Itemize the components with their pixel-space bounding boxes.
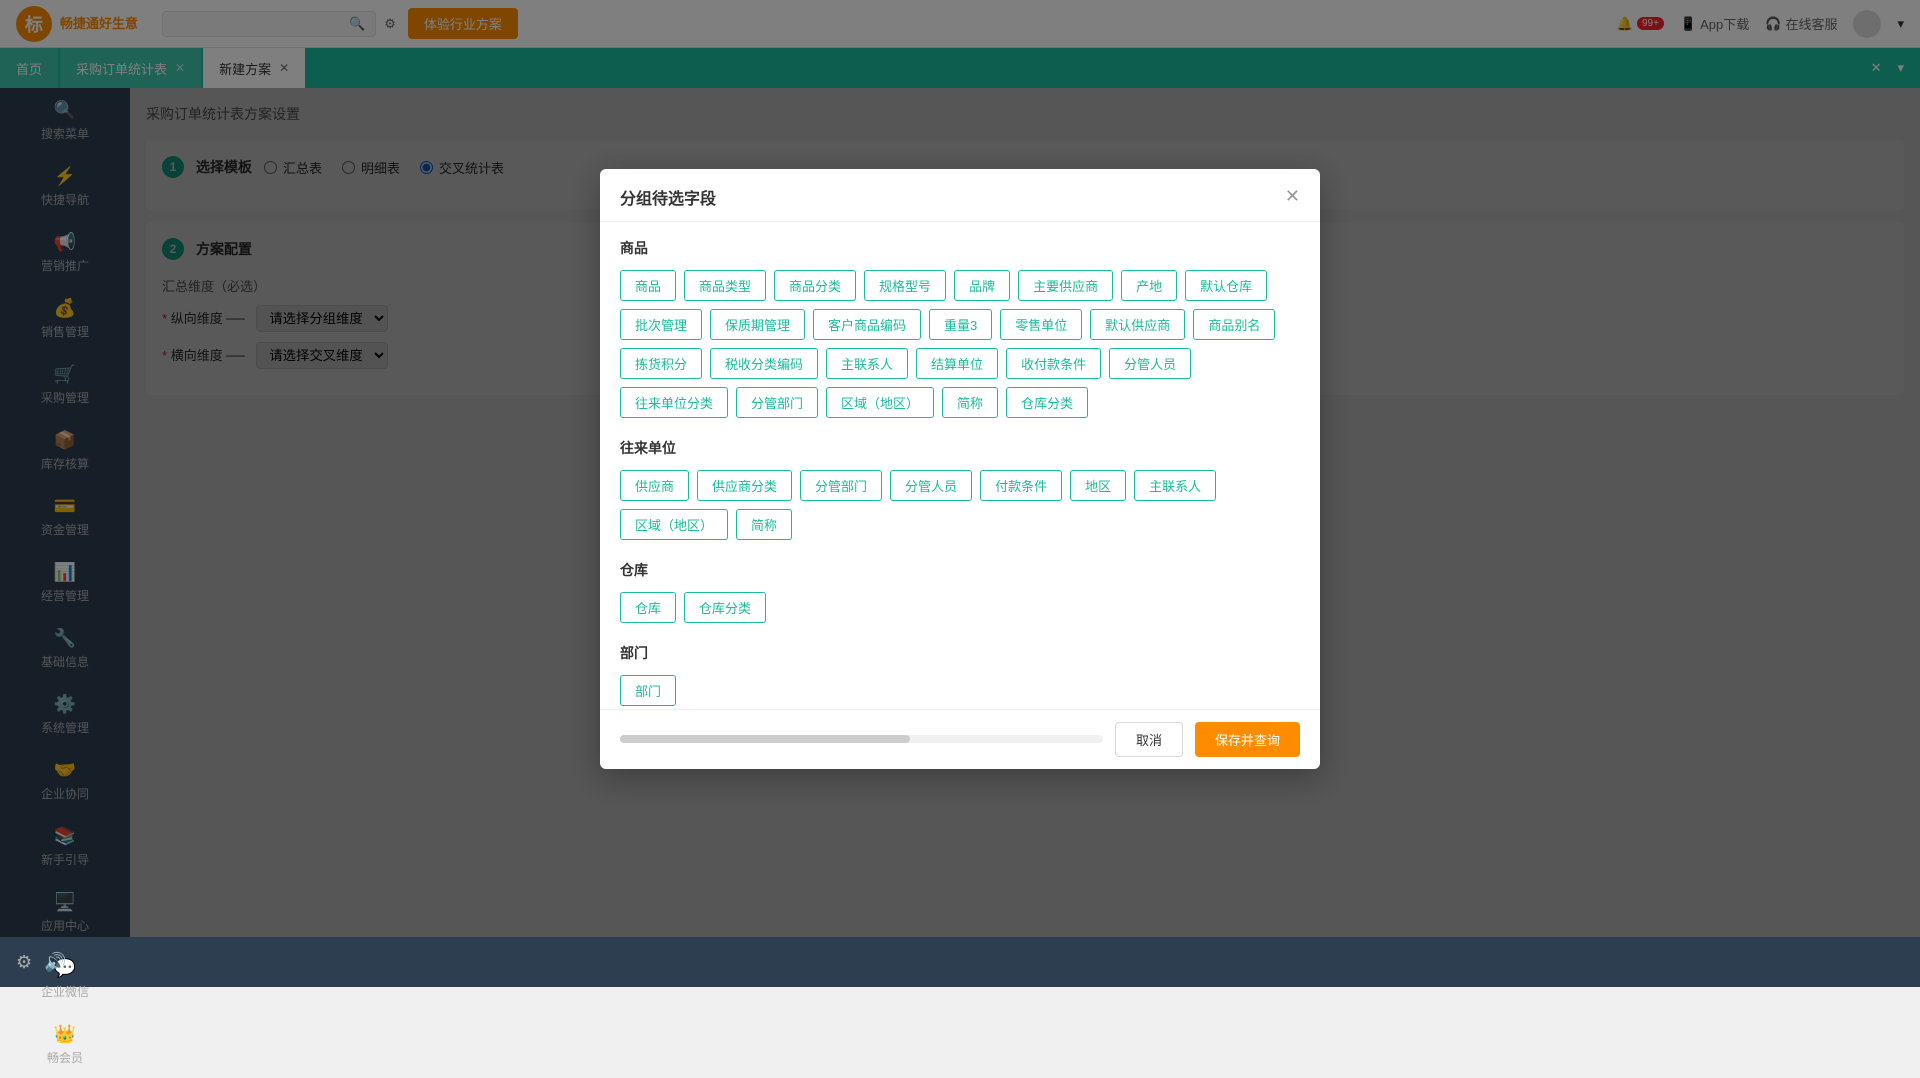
field-tag-warehouse-cat[interactable]: 仓库分类 [684, 592, 766, 623]
field-tag-settlement-unit[interactable]: 结算单位 [916, 348, 998, 379]
field-tag-division-staff[interactable]: 分管人员 [1109, 348, 1191, 379]
field-tag-pick-score[interactable]: 拣货积分 [620, 348, 702, 379]
field-tag-partner-abbreviation[interactable]: 简称 [736, 509, 792, 540]
field-tag-goods-category[interactable]: 商品分类 [774, 270, 856, 301]
modal-overlay: 分组待选字段 ✕ 商品 商品 商品类型 商品分类 规格型号 品牌 主要供应商 产… [0, 0, 1920, 937]
field-group-warehouse-title: 仓库 [620, 560, 1300, 580]
field-tag-supplier[interactable]: 供应商 [620, 470, 689, 501]
sidebar-item-members[interactable]: 👑 畅会员 [0, 1012, 130, 1078]
field-tag-main-supplier[interactable]: 主要供应商 [1018, 270, 1113, 301]
field-tag-tax-code[interactable]: 税收分类编码 [710, 348, 818, 379]
field-tags-partner: 供应商 供应商分类 分管部门 分管人员 付款条件 地区 主联系人 区域（地区） … [620, 470, 1300, 540]
field-tag-default-supplier[interactable]: 默认供应商 [1090, 309, 1185, 340]
field-group-warehouse: 仓库 仓库 仓库分类 [620, 560, 1300, 623]
sidebar-item-wechat-label: 企业微信 [41, 983, 89, 1000]
save-query-button[interactable]: 保存并查询 [1195, 722, 1300, 757]
bottom-bar: ⚙ 🔊 [0, 937, 1920, 987]
field-tag-goods-type[interactable]: 商品类型 [684, 270, 766, 301]
field-tag-warehouse[interactable]: 仓库 [620, 592, 676, 623]
bottom-volume-icon[interactable]: 🔊 [44, 952, 66, 973]
modal-body: 商品 商品 商品类型 商品分类 规格型号 品牌 主要供应商 产地 默认仓库 批次… [600, 222, 1320, 709]
field-tag-supplier-cat[interactable]: 供应商分类 [697, 470, 792, 501]
field-tag-abbreviation[interactable]: 简称 [942, 387, 998, 418]
field-tag-goods[interactable]: 商品 [620, 270, 676, 301]
modal: 分组待选字段 ✕ 商品 商品 商品类型 商品分类 规格型号 品牌 主要供应商 产… [600, 169, 1320, 769]
field-tag-weight[interactable]: 重量3 [929, 309, 992, 340]
field-tag-origin[interactable]: 产地 [1121, 270, 1177, 301]
modal-title: 分组待选字段 [620, 185, 716, 209]
field-tag-warehouse-category[interactable]: 仓库分类 [1006, 387, 1088, 418]
field-tag-partner-div-dept[interactable]: 分管部门 [800, 470, 882, 501]
field-tag-partner-div-staff[interactable]: 分管人员 [890, 470, 972, 501]
crown-icon: 👑 [54, 1024, 76, 1045]
sidebar-item-members-label: 畅会员 [47, 1049, 83, 1066]
field-tag-customer-code[interactable]: 客户商品编码 [813, 309, 921, 340]
field-tag-region[interactable]: 区域（地区） [826, 387, 934, 418]
modal-close-button[interactable]: ✕ [1285, 186, 1300, 207]
field-group-goods: 商品 商品 商品类型 商品分类 规格型号 品牌 主要供应商 产地 默认仓库 批次… [620, 238, 1300, 418]
modal-header: 分组待选字段 ✕ [600, 169, 1320, 222]
field-group-goods-title: 商品 [620, 238, 1300, 258]
field-group-dept-title: 部门 [620, 643, 1300, 663]
field-group-partner-title: 往来单位 [620, 438, 1300, 458]
field-tag-shelf-life[interactable]: 保质期管理 [710, 309, 805, 340]
field-tag-payment-condition[interactable]: 付款条件 [980, 470, 1062, 501]
field-tag-partner-region[interactable]: 区域（地区） [620, 509, 728, 540]
field-tag-dept[interactable]: 部门 [620, 675, 676, 706]
field-group-dept: 部门 部门 [620, 643, 1300, 706]
field-tag-partner-category[interactable]: 往来单位分类 [620, 387, 728, 418]
field-tag-partner-main-contact[interactable]: 主联系人 [1134, 470, 1216, 501]
field-tags-warehouse: 仓库 仓库分类 [620, 592, 1300, 623]
field-tags-goods: 商品 商品类型 商品分类 规格型号 品牌 主要供应商 产地 默认仓库 批次管理 … [620, 270, 1300, 418]
bottom-settings-icon[interactable]: ⚙ [16, 952, 32, 973]
field-tag-area[interactable]: 地区 [1070, 470, 1126, 501]
cancel-button[interactable]: 取消 [1115, 722, 1183, 757]
field-tag-default-warehouse[interactable]: 默认仓库 [1185, 270, 1267, 301]
field-tag-retail-unit[interactable]: 零售单位 [1000, 309, 1082, 340]
field-tag-division-dept[interactable]: 分管部门 [736, 387, 818, 418]
field-tag-brand[interactable]: 品牌 [954, 270, 1010, 301]
field-tag-batch-mgmt[interactable]: 批次管理 [620, 309, 702, 340]
field-tag-main-contact[interactable]: 主联系人 [826, 348, 908, 379]
field-tag-goods-alias[interactable]: 商品别名 [1193, 309, 1275, 340]
field-tags-dept: 部门 [620, 675, 1300, 706]
field-tag-payment-terms[interactable]: 收付款条件 [1006, 348, 1101, 379]
field-tag-spec[interactable]: 规格型号 [864, 270, 946, 301]
modal-footer: 取消 保存并查询 [600, 709, 1320, 769]
field-group-partner: 往来单位 供应商 供应商分类 分管部门 分管人员 付款条件 地区 主联系人 区域… [620, 438, 1300, 540]
